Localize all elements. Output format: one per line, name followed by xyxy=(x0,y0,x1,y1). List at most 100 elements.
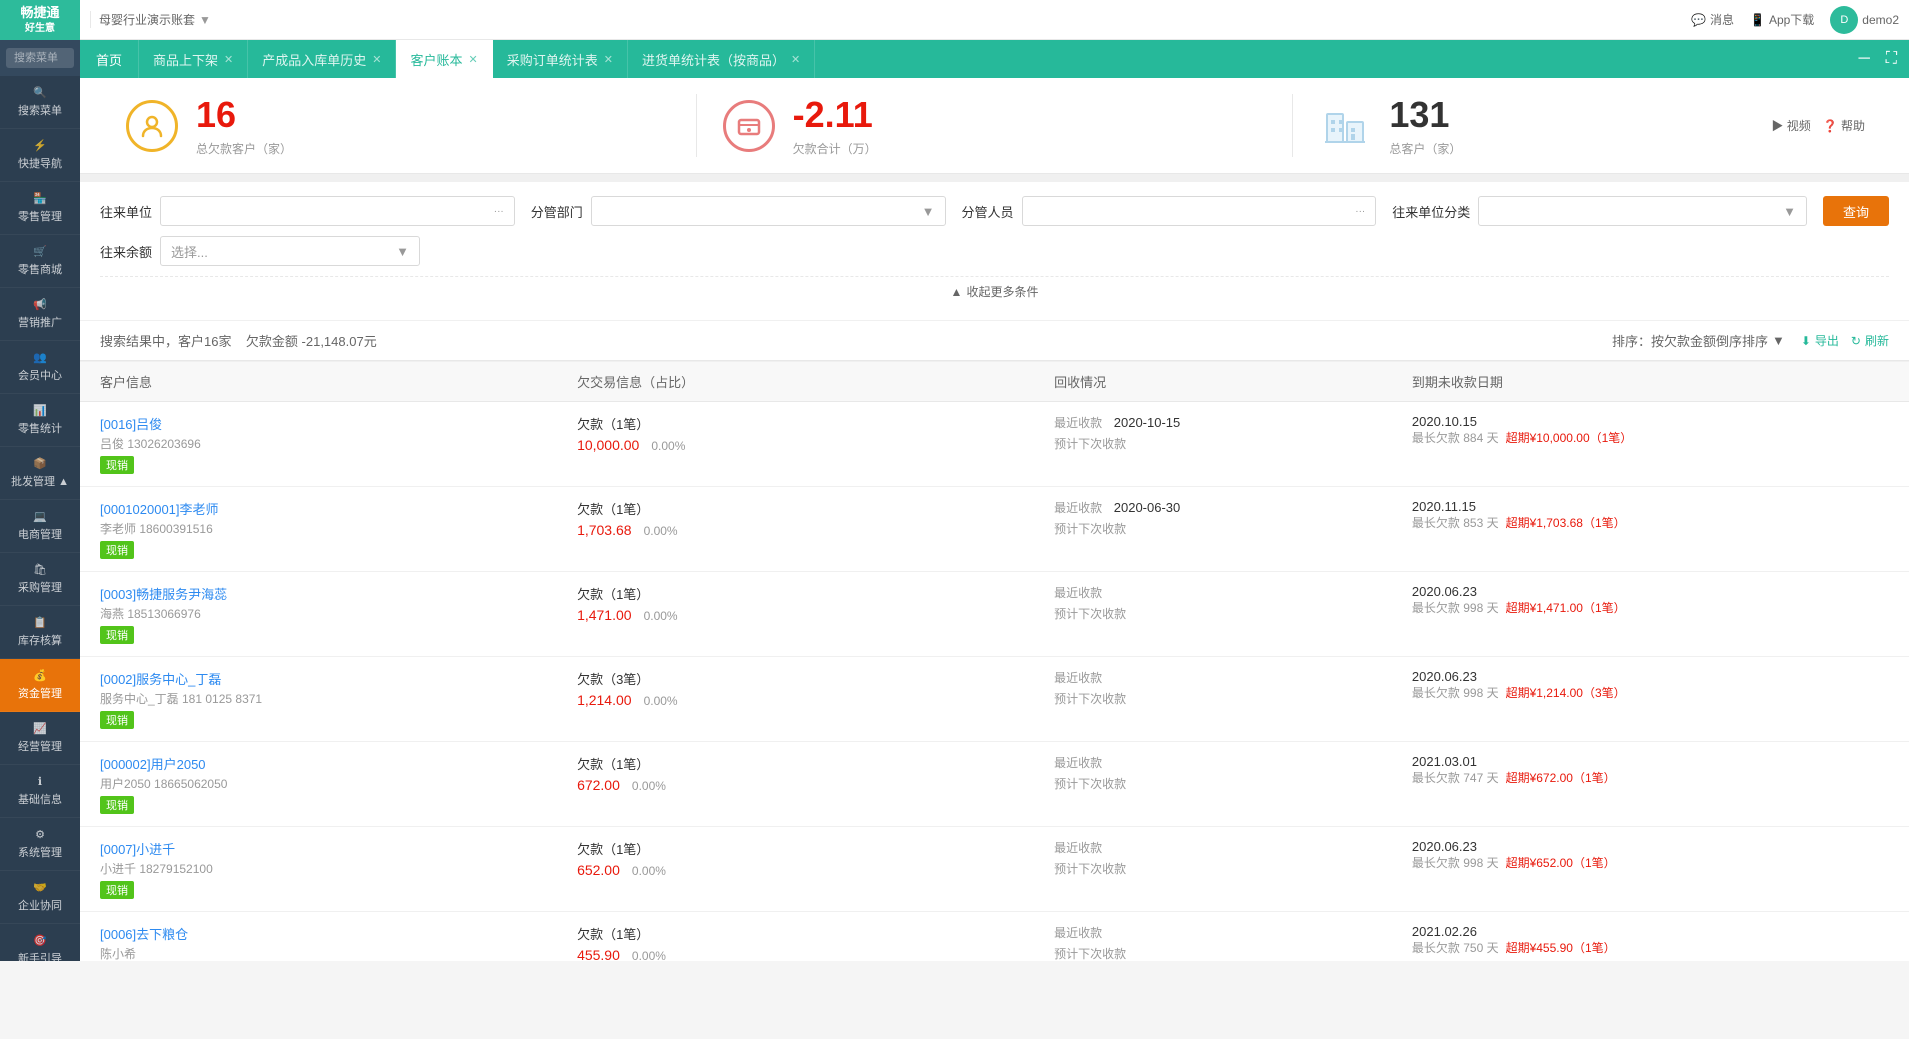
view-video-button[interactable]: ▶ 视频 xyxy=(1771,117,1810,134)
sidebar-item-marketing[interactable]: 📢 营销推广 xyxy=(0,288,80,341)
debt-cell: 欠款（1笔） 672.00 0.00% xyxy=(577,754,1054,793)
system-selector[interactable]: 母婴行业演示账套 ▼ xyxy=(90,11,219,28)
sidebar-item-finance[interactable]: 💰 资金管理 xyxy=(0,659,80,712)
tab-production-history[interactable]: 产成品入库单历史 ✕ xyxy=(248,40,396,78)
filter-person: 分管人员 ··· xyxy=(962,196,1377,226)
tab-customer-account[interactable]: 客户账本 ✕ xyxy=(396,40,492,78)
debt-amount: 455.90 xyxy=(577,947,620,961)
customer-contact: 吕俊 13026203696 xyxy=(100,435,577,452)
sort-dropdown[interactable]: 排序：按欠款金额倒序排序 ▼ xyxy=(1612,331,1785,350)
overdue-info: 最长欠款 998 天 超期¥652.00（1笔） xyxy=(1412,854,1889,871)
customer-cell: [000002]用户2050 用户2050 18665062050 现销 xyxy=(100,754,577,814)
sidebar-item-label: 搜索菜单 xyxy=(18,102,62,118)
overdue-amount-link[interactable]: 超期¥1,703.68（1笔） xyxy=(1506,516,1626,530)
close-icon[interactable]: ✕ xyxy=(469,53,478,66)
help-button[interactable]: ❓ 帮助 xyxy=(1823,117,1865,134)
overdue-cell: 2020.06.23 最长欠款 998 天 超期¥652.00（1笔） xyxy=(1412,839,1889,871)
debt-count: 欠款（1笔） xyxy=(577,499,1054,518)
sidebar-item-search[interactable]: 🔍 搜索菜单 xyxy=(0,76,80,129)
customer-name-link[interactable]: [0003]畅捷服务尹海蕊 xyxy=(100,584,577,603)
recent-label: 最近收款 xyxy=(1054,754,1412,771)
refresh-button[interactable]: ↻ 刷新 xyxy=(1851,332,1889,349)
debt-count: 欠款（1笔） xyxy=(577,924,1054,943)
customer-name-link[interactable]: [0016]吕俊 xyxy=(100,414,577,433)
collapse-button[interactable]: ▲ 收起更多条件 xyxy=(100,276,1889,306)
sidebar-item-mall[interactable]: 🛒 零售商城 xyxy=(0,235,80,288)
debt-cell: 欠款（1笔） 652.00 0.00% xyxy=(577,839,1054,878)
sidebar-item-retail-mgmt[interactable]: 🏪 零售管理 xyxy=(0,182,80,235)
overdue-amount-link[interactable]: 超期¥455.90（1笔） xyxy=(1506,941,1616,955)
tab-products-onoff[interactable]: 商品上下架 ✕ xyxy=(139,40,248,78)
maximize-button[interactable]: ⛶ xyxy=(1882,46,1901,72)
customer-name-link[interactable]: [0007]小进千 xyxy=(100,839,577,858)
sidebar-item-wholesale[interactable]: 📦 批发管理 ▲ xyxy=(0,447,80,500)
next-payment-label: 预计下次收款 xyxy=(1054,605,1412,622)
sidebar-item-label: 零售管理 xyxy=(18,208,62,224)
filter-dept: 分管部门 ▼ xyxy=(531,196,946,226)
tab-inbound-stats[interactable]: 进货单统计表（按商品） ✕ xyxy=(628,40,815,78)
sidebar-item-label: 零售商城 xyxy=(18,261,62,277)
sidebar-item-guide[interactable]: 🎯 新手引导 xyxy=(0,924,80,961)
sidebar-item-label: 资金管理 xyxy=(18,685,62,701)
return-cell: 最近收款 2020-06-30 预计下次收款 xyxy=(1054,499,1412,537)
data-table: 客户信息 欠交易信息（占比） 回收情况 到期未收款日期 [0016]吕俊 吕俊 … xyxy=(80,362,1909,961)
tab-purchase-stats[interactable]: 采购订单统计表 ✕ xyxy=(493,40,628,78)
sidebar-item-label: 系统管理 xyxy=(18,844,62,860)
table-row: [000002]用户2050 用户2050 18665062050 现销 欠款（… xyxy=(80,742,1909,827)
user-menu[interactable]: D demo2 xyxy=(1830,6,1899,34)
sidebar-item-basics[interactable]: ℹ 基础信息 xyxy=(0,765,80,818)
sidebar-logo[interactable]: 畅捷通 好生意 xyxy=(0,0,80,40)
overdue-amount-link[interactable]: 超期¥672.00（1笔） xyxy=(1506,771,1616,785)
close-icon[interactable]: ✕ xyxy=(604,53,613,66)
minimize-button[interactable]: ─ xyxy=(1854,46,1873,72)
overdue-date: 2020.06.23 xyxy=(1412,584,1889,599)
overdue-info: 最长欠款 750 天 超期¥455.90（1笔） xyxy=(1412,939,1889,956)
overdue-date: 2020.06.23 xyxy=(1412,839,1889,854)
overdue-amount-link[interactable]: 超期¥652.00（1笔） xyxy=(1506,856,1616,870)
sidebar-item-member[interactable]: 👥 会员中心 xyxy=(0,341,80,394)
dept-filter-select[interactable]: ▼ xyxy=(591,196,946,226)
debt-count: 欠款（1笔） xyxy=(577,414,1054,433)
purchase-icon: 🛍 xyxy=(33,563,47,576)
debt-cell: 欠款（3笔） 1,214.00 0.00% xyxy=(577,669,1054,708)
balance-filter-select[interactable]: 选择... ▼ xyxy=(160,236,420,266)
close-icon[interactable]: ✕ xyxy=(791,53,800,66)
sidebar-item-inventory[interactable]: 📋 库存核算 xyxy=(0,606,80,659)
customer-name-link[interactable]: [0001020001]李老师 xyxy=(100,499,577,518)
customer-contact: 小进千 18279152100 xyxy=(100,860,577,877)
sidebar-item-collab[interactable]: 🤝 企业协同 xyxy=(0,871,80,924)
balance-placeholder: 选择... xyxy=(171,242,208,261)
system-icon: ⚙ xyxy=(35,828,45,841)
filter-balance: 往来余额 选择... ▼ xyxy=(100,236,420,266)
customer-filter-input[interactable]: ··· xyxy=(160,196,515,226)
tab-home[interactable]: 首页 xyxy=(80,40,139,78)
export-button[interactable]: ⬇ 导出 xyxy=(1801,332,1839,349)
overdue-info: 最长欠款 998 天 超期¥1,214.00（3笔） xyxy=(1412,684,1889,701)
sidebar-item-operations[interactable]: 📈 经营管理 xyxy=(0,712,80,765)
customer-name-link[interactable]: [000002]用户2050 xyxy=(100,754,577,773)
app-download-button[interactable]: 📱 App下载 xyxy=(1750,11,1814,28)
sidebar-item-ecommerce[interactable]: 💻 电商管理 xyxy=(0,500,80,553)
message-button[interactable]: 💬 消息 xyxy=(1691,11,1734,28)
debt-ratio: 0.00% xyxy=(644,694,678,708)
sidebar-item-system[interactable]: ⚙ 系统管理 xyxy=(0,818,80,871)
sidebar-item-purchase[interactable]: 🛍 采购管理 xyxy=(0,553,80,606)
app-download-label: App下载 xyxy=(1769,11,1814,28)
debt-row: 1,214.00 0.00% xyxy=(577,692,1054,708)
search-input[interactable] xyxy=(6,48,74,68)
customer-name-link[interactable]: [0006]去下粮仓 xyxy=(100,924,577,943)
overdue-amount-link[interactable]: 超期¥1,214.00（3笔） xyxy=(1506,686,1626,700)
sidebar-item-label: 会员中心 xyxy=(18,367,62,383)
close-icon[interactable]: ✕ xyxy=(372,53,381,66)
th-return: 回收情况 xyxy=(1054,372,1412,391)
refresh-icon: ↻ xyxy=(1851,334,1861,348)
search-button[interactable]: 查询 xyxy=(1823,196,1889,226)
overdue-amount-link[interactable]: 超期¥10,000.00（1笔） xyxy=(1506,431,1633,445)
category-filter-select[interactable]: ▼ xyxy=(1478,196,1807,226)
person-filter-input[interactable]: ··· xyxy=(1022,196,1377,226)
sidebar-item-quick[interactable]: ⚡ 快捷导航 xyxy=(0,129,80,182)
customer-name-link[interactable]: [0002]服务中心_丁磊 xyxy=(100,669,577,688)
overdue-amount-link[interactable]: 超期¥1,471.00（1笔） xyxy=(1506,601,1626,615)
sidebar-item-retail-stats[interactable]: 📊 零售统计 xyxy=(0,394,80,447)
close-icon[interactable]: ✕ xyxy=(224,53,233,66)
